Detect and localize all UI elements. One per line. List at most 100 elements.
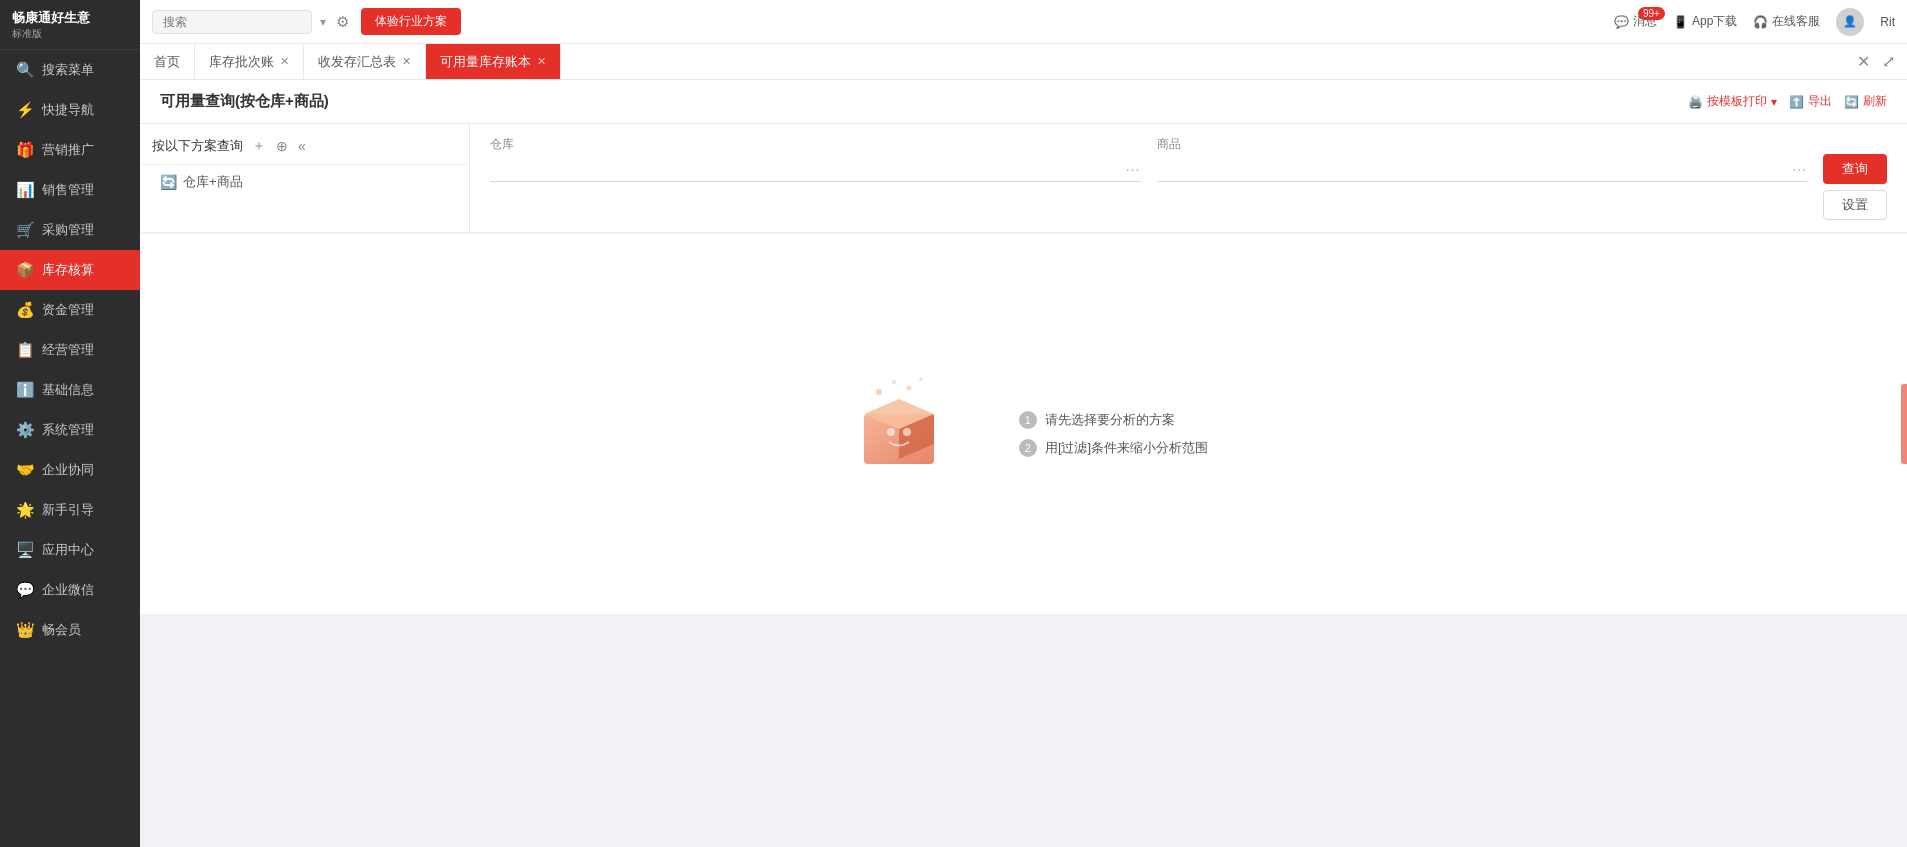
sidebar-item-系统管理[interactable]: ⚙️系统管理	[0, 410, 140, 450]
query-btn[interactable]: 查询	[1823, 154, 1887, 184]
page-title: 可用量查询(按仓库+商品)	[160, 92, 329, 111]
empty-tip-1: 1 请先选择要分析的方案	[1019, 411, 1208, 429]
empty-tip-2: 2 用[过滤]条件来缩小分析范围	[1019, 439, 1208, 457]
query-section-title: 按以下方案查询	[152, 137, 243, 155]
product-input[interactable]	[1157, 162, 1789, 177]
topbar-right: 💬 消息 99+ 📱 App下载 🎧 在线客服 👤 Rit	[1614, 8, 1895, 36]
tab-available-qty-label: 可用量库存账本	[440, 53, 531, 71]
sidebar-item-搜索菜单[interactable]: 🔍搜索菜单	[0, 50, 140, 90]
username[interactable]: Rit	[1880, 15, 1895, 29]
settings-btn[interactable]: 设置	[1823, 190, 1887, 220]
refresh-icon: 🔄	[1844, 95, 1859, 109]
sidebar-icon-5: 📦	[16, 261, 34, 279]
empty-state: 1 请先选择要分析的方案 2 用[过滤]条件来缩小分析范围	[140, 234, 1907, 614]
service-icon: 🎧	[1753, 15, 1768, 29]
svg-point-3	[887, 428, 895, 436]
sidebar-item-应用中心[interactable]: 🖥️应用中心	[0, 530, 140, 570]
add-scheme-btn[interactable]: ＋	[249, 136, 269, 156]
message-btn[interactable]: 💬 消息 99+	[1614, 13, 1657, 30]
app-name: 畅康通好生意	[12, 10, 128, 27]
sidebar-icon-13: 💬	[16, 581, 34, 599]
main-area: ▾ ⚙ 体验行业方案 💬 消息 99+ 📱 App下载 🎧 在线客服 👤 Rit…	[140, 0, 1907, 847]
tab-receive-send[interactable]: 收发存汇总表 ✕	[304, 44, 426, 79]
query-actions: 查询 设置	[1823, 136, 1887, 220]
empty-illustration	[839, 364, 959, 484]
tab-home[interactable]: 首页	[140, 44, 195, 79]
query-section: 按以下方案查询 ＋ ⊕ « 🔄 仓库+商品 仓库	[140, 124, 1907, 232]
settings-scheme-btn[interactable]: ⊕	[273, 137, 291, 155]
avatar[interactable]: 👤	[1836, 8, 1864, 36]
warehouse-input-wrapper: ···	[490, 157, 1141, 182]
template-print-btn[interactable]: 🖨️ 按模板打印 ▾	[1688, 93, 1777, 110]
search-input[interactable]	[152, 10, 312, 34]
sidebar-item-畅会员[interactable]: 👑 畅会员	[0, 610, 140, 650]
tip-num-2: 2	[1019, 439, 1037, 457]
sidebar-icon-14: 👑	[16, 621, 34, 639]
app-download-btn[interactable]: 📱 App下载	[1673, 13, 1737, 30]
tab-available-qty[interactable]: 可用量库存账本 ✕	[426, 44, 561, 79]
warehouse-more-btn[interactable]: ···	[1126, 161, 1141, 177]
app-label: App下载	[1692, 13, 1737, 30]
sidebar-label-7: 经营管理	[42, 341, 94, 359]
online-service-btn[interactable]: 🎧 在线客服	[1753, 13, 1820, 30]
sidebar-label-4: 采购管理	[42, 221, 94, 239]
sidebar-icon-12: 🖥️	[16, 541, 34, 559]
tabs-actions: ✕ ⤢	[1845, 44, 1907, 79]
search-chevron-icon[interactable]: ▾	[320, 15, 326, 29]
sidebar-item-销售管理[interactable]: 📊销售管理	[0, 170, 140, 210]
template-print-label: 按模板打印	[1707, 93, 1767, 110]
tabs-bar: 首页 库存批次账 ✕ 收发存汇总表 ✕ 可用量库存账本 ✕ ✕ ⤢	[140, 44, 1907, 80]
tab-receive-send-label: 收发存汇总表	[318, 53, 396, 71]
sidebar-label-14: 畅会员	[42, 621, 81, 639]
tab-inventory-batch-close[interactable]: ✕	[280, 55, 289, 68]
empty-row: 1 请先选择要分析的方案 2 用[过滤]条件来缩小分析范围	[839, 364, 1208, 504]
export-icon: ⬆️	[1789, 95, 1804, 109]
tab-available-qty-close[interactable]: ✕	[537, 55, 546, 68]
scroll-indicator[interactable]	[1901, 384, 1907, 464]
export-label: 导出	[1808, 93, 1832, 110]
sidebar-icon-9: ⚙️	[16, 421, 34, 439]
sidebar-item-新手引导[interactable]: 🌟新手引导	[0, 490, 140, 530]
warehouse-input[interactable]	[490, 162, 1122, 177]
tab-receive-send-close[interactable]: ✕	[402, 55, 411, 68]
tab-close-all-btn[interactable]: ✕	[1853, 50, 1874, 73]
query-right-panel: 仓库 ··· 商品 ··· 查询 设置	[470, 124, 1907, 232]
sidebar: 畅康通好生意 标准版 🔍搜索菜单⚡快捷导航🎁营销推广📊销售管理🛒采购管理📦库存核…	[0, 0, 140, 847]
product-field: 商品 ···	[1157, 136, 1808, 182]
page-content: 可用量查询(按仓库+商品) 🖨️ 按模板打印 ▾ ⬆️ 导出 🔄 刷新	[140, 80, 1907, 847]
sidebar-item-快捷导航[interactable]: ⚡快捷导航	[0, 90, 140, 130]
sidebar-label-3: 销售管理	[42, 181, 94, 199]
settings-gear-icon[interactable]: ⚙	[336, 13, 349, 31]
query-left-header: 按以下方案查询 ＋ ⊕ «	[140, 136, 469, 165]
sidebar-item-资金管理[interactable]: 💰资金管理	[0, 290, 140, 330]
sidebar-icon-10: 🤝	[16, 461, 34, 479]
sidebar-item-企业微信[interactable]: 💬企业微信	[0, 570, 140, 610]
sidebar-icon-11: 🌟	[16, 501, 34, 519]
scheme-warehouse-product[interactable]: 🔄 仓库+商品	[140, 165, 469, 199]
sidebar-label-10: 企业协同	[42, 461, 94, 479]
collapse-scheme-btn[interactable]: «	[295, 137, 309, 155]
sidebar-item-基础信息[interactable]: ℹ️基础信息	[0, 370, 140, 410]
empty-tips: 1 请先选择要分析的方案 2 用[过滤]条件来缩小分析范围	[1019, 411, 1208, 457]
sidebar-item-库存核算[interactable]: 📦 库存核算	[0, 250, 140, 290]
refresh-btn[interactable]: 🔄 刷新	[1844, 93, 1887, 110]
tip-text-1: 请先选择要分析的方案	[1045, 411, 1175, 429]
page-header-actions: 🖨️ 按模板打印 ▾ ⬆️ 导出 🔄 刷新	[1688, 93, 1887, 110]
sidebar-item-企业协同[interactable]: 🤝 企业协同	[0, 450, 140, 490]
query-left-panel: 按以下方案查询 ＋ ⊕ « 🔄 仓库+商品	[140, 124, 470, 232]
sidebar-label-5: 库存核算	[42, 261, 94, 279]
svg-point-5	[876, 389, 882, 395]
tab-expand-btn[interactable]: ⤢	[1878, 50, 1899, 73]
export-btn[interactable]: ⬆️ 导出	[1789, 93, 1832, 110]
sidebar-icon-2: 🎁	[16, 141, 34, 159]
industry-btn[interactable]: 体验行业方案	[361, 8, 461, 35]
sidebar-item-营销推广[interactable]: 🎁 营销推广	[0, 130, 140, 170]
product-more-btn[interactable]: ···	[1792, 161, 1807, 177]
tab-inventory-batch[interactable]: 库存批次账 ✕	[195, 44, 304, 79]
message-icon: 💬	[1614, 15, 1629, 29]
tip-num-1: 1	[1019, 411, 1037, 429]
refresh-label: 刷新	[1863, 93, 1887, 110]
sidebar-item-采购管理[interactable]: 🛒采购管理	[0, 210, 140, 250]
sidebar-label-2: 营销推广	[42, 141, 94, 159]
sidebar-item-经营管理[interactable]: 📋经营管理	[0, 330, 140, 370]
